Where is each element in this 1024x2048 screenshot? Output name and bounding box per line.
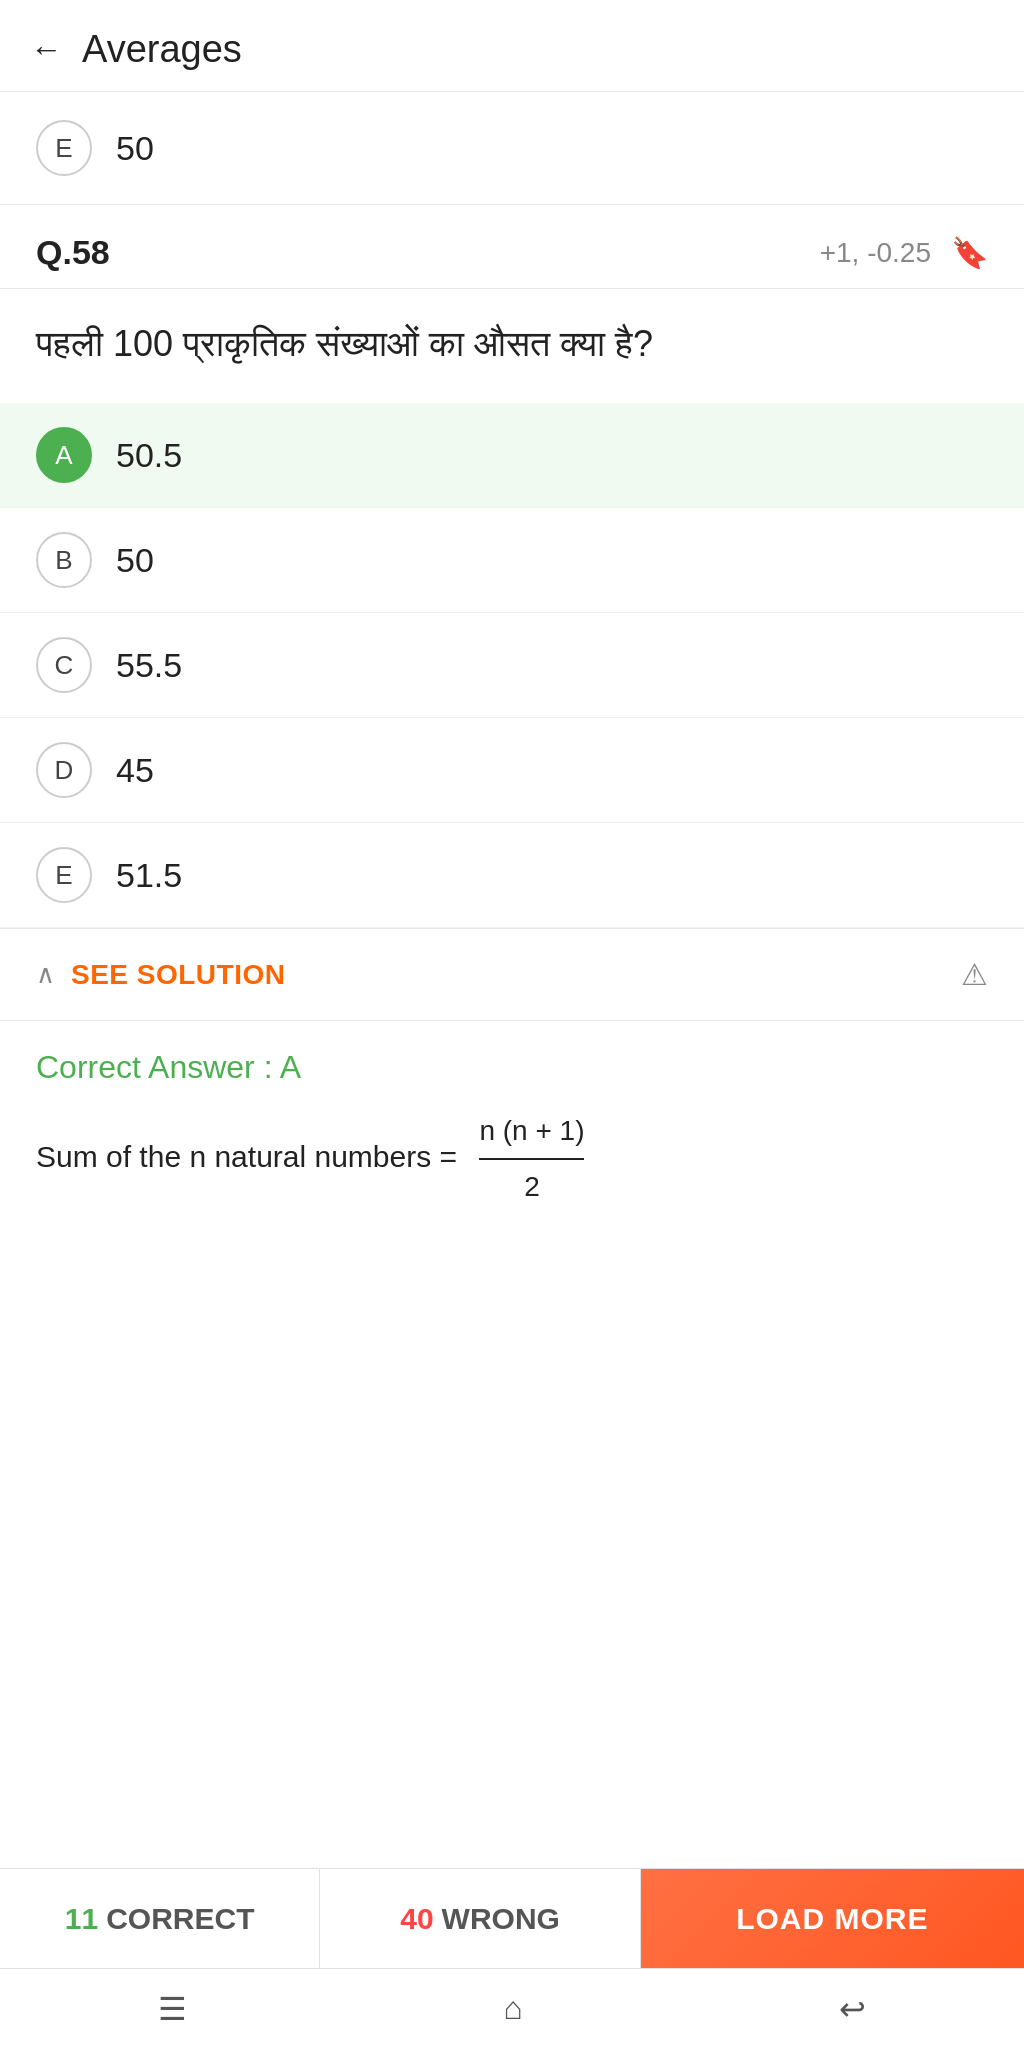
prev-option-label: E [36, 120, 92, 176]
menu-icon[interactable]: ☰ [158, 1990, 187, 2028]
home-icon[interactable]: ⌂ [503, 1990, 522, 2027]
solution-formula: n (n + 1) 2 [479, 1106, 584, 1213]
load-more-button[interactable]: LOAD MORE [641, 1869, 1024, 1968]
option-label-c: C [36, 637, 92, 693]
option-value-e: 51.5 [116, 856, 182, 895]
wrong-label: WRONG [442, 1902, 560, 1936]
see-solution-row[interactable]: ∧ SEE SOLUTION ⚠ [0, 928, 1024, 1021]
option-label-d: D [36, 742, 92, 798]
wrong-count: 40 [400, 1902, 433, 1936]
question-number: Q.58 [36, 233, 110, 272]
bottom-bar: 11 CORRECT 40 WRONG LOAD MORE [0, 1868, 1024, 1968]
solution-text: Sum of the n natural numbers = [36, 1140, 457, 1173]
option-label-a: A [36, 427, 92, 483]
option-label-e: E [36, 847, 92, 903]
option-row-a[interactable]: A 50.5 [0, 403, 1024, 508]
see-solution-label[interactable]: SEE SOLUTION [71, 959, 285, 991]
correct-answer-label: Correct Answer : A [0, 1021, 1024, 1086]
option-row-b[interactable]: B 50 [0, 508, 1024, 613]
warning-icon[interactable]: ⚠ [961, 957, 988, 992]
option-row-d[interactable]: D 45 [0, 718, 1024, 823]
option-value-d: 45 [116, 751, 154, 790]
wrong-section: 40 WRONG [320, 1869, 640, 1968]
nav-bar: ☰ ⌂ ↩ [0, 1968, 1024, 2048]
see-solution-left[interactable]: ∧ SEE SOLUTION [36, 959, 285, 991]
prev-option-row[interactable]: E 50 [0, 92, 1024, 205]
correct-count: 11 [65, 1902, 98, 1936]
correct-section: 11 CORRECT [0, 1869, 320, 1968]
option-value-b: 50 [116, 541, 154, 580]
correct-label: CORRECT [106, 1902, 254, 1936]
question-header: Q.58 +1, -0.25 🔖 [0, 205, 1024, 289]
option-value-c: 55.5 [116, 646, 182, 685]
question-text: पहली 100 प्राकृतिक संख्याओं का औसत क्या … [0, 289, 1024, 403]
option-label-b: B [36, 532, 92, 588]
page-header: ← Averages [0, 0, 1024, 92]
bookmark-icon[interactable]: 🔖 [951, 235, 988, 270]
option-row-e[interactable]: E 51.5 [0, 823, 1024, 928]
option-value-a: 50.5 [116, 436, 182, 475]
prev-option-value: 50 [116, 129, 154, 168]
back-button[interactable]: ← [30, 31, 62, 68]
question-meta: +1, -0.25 🔖 [820, 235, 988, 270]
solution-content: Sum of the n natural numbers = n (n + 1)… [0, 1086, 1024, 1253]
chevron-up-icon: ∧ [36, 959, 55, 990]
page-title: Averages [82, 28, 242, 71]
back-nav-icon[interactable]: ↩ [839, 1990, 866, 2028]
marks-info: +1, -0.25 [820, 237, 931, 269]
option-row-c[interactable]: C 55.5 [0, 613, 1024, 718]
